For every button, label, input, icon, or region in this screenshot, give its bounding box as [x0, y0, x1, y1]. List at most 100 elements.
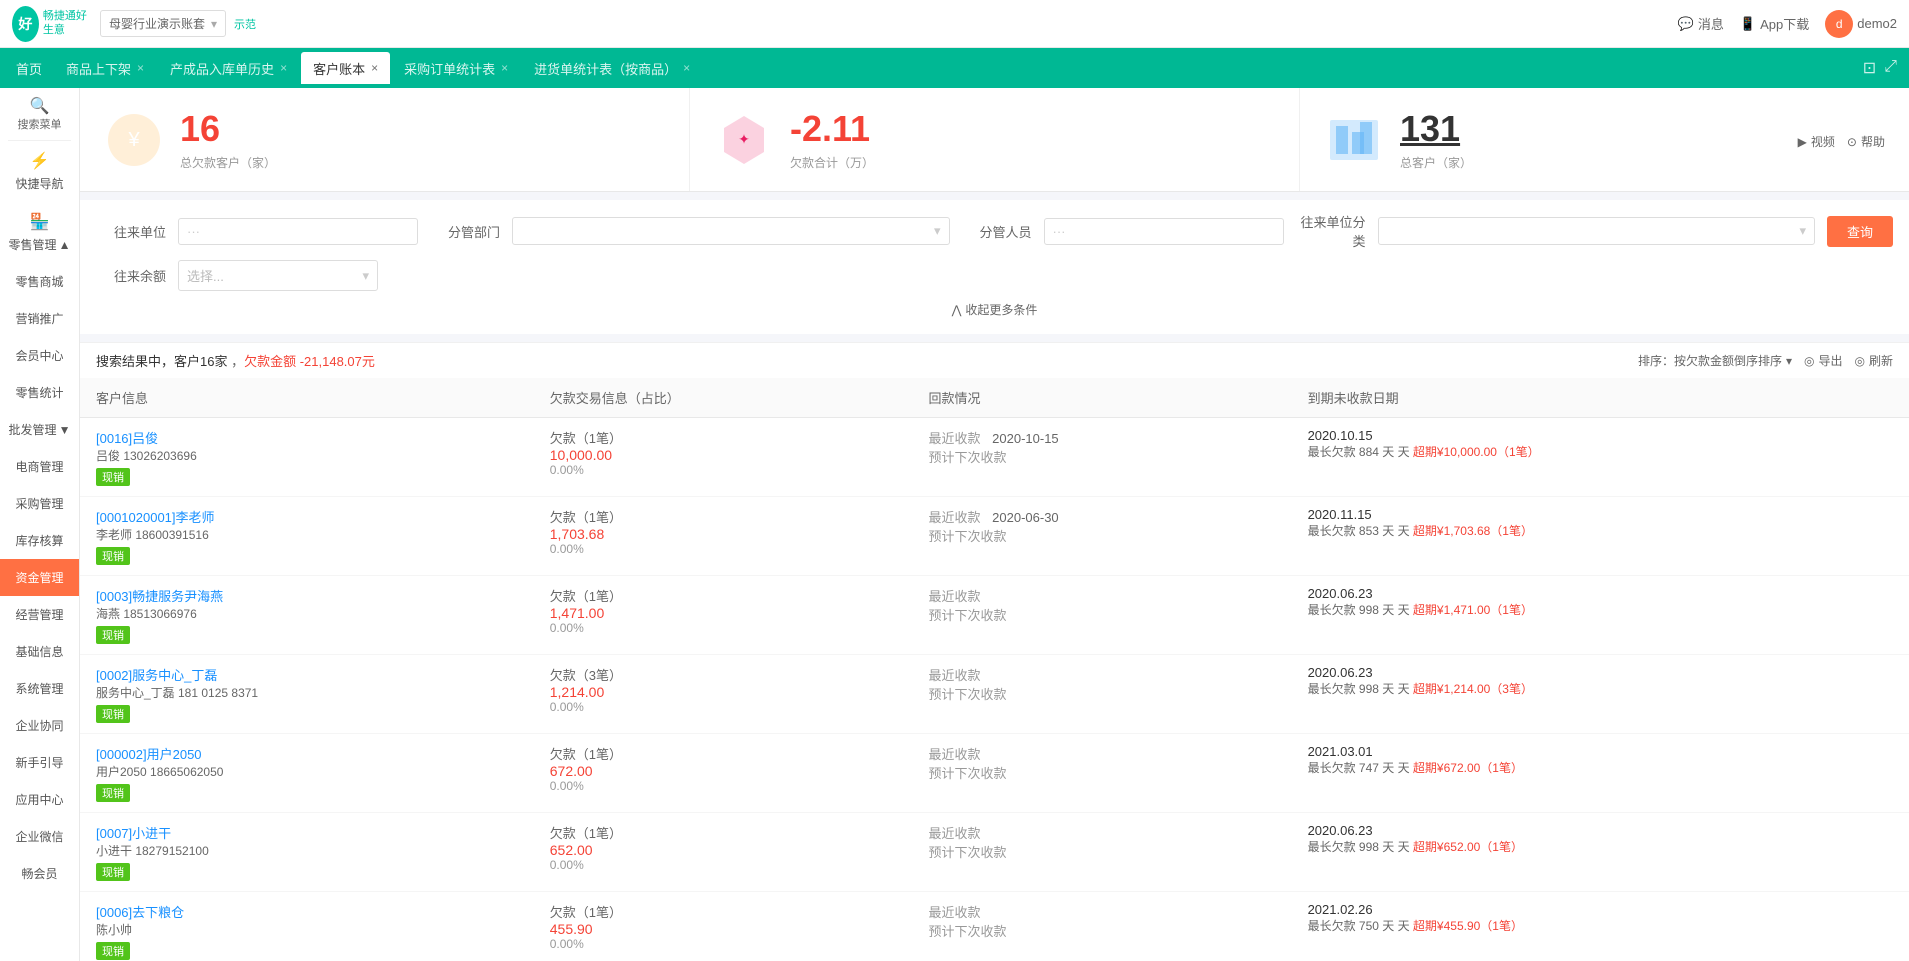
debt-amount-3[interactable]: 1,214.00: [550, 684, 897, 700]
sidebar-item-basic-info[interactable]: 基础信息: [0, 633, 79, 670]
overdue-amount-link-6[interactable]: 超期¥455.90（1笔）: [1413, 919, 1523, 933]
table-header-row: 客户信息 欠款交易信息（占比） 回款情况 到期未收款日期: [80, 378, 1909, 418]
sidebar-item-ecommerce[interactable]: 电商管理: [0, 448, 79, 485]
tab-maximize-btn[interactable]: ⤢: [1884, 58, 1897, 78]
table-row: [000002]用户2050 用户2050 18665062050 现销 欠款（…: [80, 734, 1909, 813]
overdue-amount-link-0[interactable]: 超期¥10,000.00（1笔）: [1413, 445, 1540, 459]
sidebar-item-wholesale[interactable]: 批发管理 ▼: [0, 411, 79, 448]
sidebar-item-member-vip[interactable]: 畅会员: [0, 855, 79, 892]
tab-close-customer[interactable]: ×: [371, 61, 378, 75]
sidebar-item-newbie[interactable]: 新手引导: [0, 744, 79, 781]
balance-arrow-icon: ▾: [362, 268, 369, 284]
overdue-amount-link-4[interactable]: 超期¥672.00（1笔）: [1413, 761, 1523, 775]
sort-btn[interactable]: 排序：按欠款金额倒序排序 ▾: [1638, 352, 1792, 369]
tab-goods-stats[interactable]: 进货单统计表（按商品） ×: [522, 52, 702, 84]
tab-close-goods[interactable]: ×: [683, 61, 690, 75]
overdue-amount-link-2[interactable]: 超期¥1,471.00（1笔）: [1413, 603, 1533, 617]
debt-pct-5: 0.00%: [550, 858, 897, 872]
export-icon: ◎: [1804, 354, 1814, 368]
tab-close-production[interactable]: ×: [280, 61, 287, 75]
customer-id-link-1[interactable]: [0001020001]李老师: [96, 510, 215, 525]
sidebar-item-business[interactable]: 经营管理: [0, 596, 79, 633]
sidebar-item-purchase[interactable]: 采购管理: [0, 485, 79, 522]
main-layout: 🔍 搜索菜单 ⚡ 快捷导航 🏪 零售管理 ▲ 零售商城 营销推广 会员中心 零售…: [0, 88, 1909, 961]
debt-amount-0[interactable]: 10,000.00: [550, 447, 897, 463]
customer-id-link-0[interactable]: [0016]吕俊: [96, 431, 158, 446]
demo-label: 示范: [234, 16, 256, 32]
table-body: [0016]吕俊 吕俊 13026203696 现销 欠款（1笔） 10,000…: [80, 418, 1909, 961]
from-unit-input[interactable]: ···: [178, 218, 418, 245]
sidebar-item-quick-nav[interactable]: ⚡ 快捷导航: [0, 141, 79, 202]
customer-id-link-6[interactable]: [0006]去下粮仓: [96, 905, 184, 920]
message-btn[interactable]: 💬 消息: [1678, 14, 1724, 33]
stat-amount-text: -2.11 欠款合计（万）: [790, 108, 874, 171]
svg-text:¥: ¥: [127, 129, 140, 151]
sidebar-item-retail-mgmt[interactable]: 🏪 零售管理 ▲: [0, 202, 79, 263]
debt-desc-1: 欠款（1笔）: [550, 507, 897, 526]
stat-icon-total: [1324, 110, 1384, 170]
customer-id-link-5[interactable]: [0007]小进干: [96, 826, 171, 841]
sidebar-item-member[interactable]: 会员中心: [0, 337, 79, 374]
cell-repayment-5: 最近收款 预计下次收款: [913, 813, 1292, 892]
sidebar-search-btn[interactable]: 🔍 搜索菜单: [0, 88, 79, 140]
customer-id-link-2[interactable]: [0003]畅捷服务尹海燕: [96, 589, 223, 604]
sidebar-item-retail-stats[interactable]: 零售统计: [0, 374, 79, 411]
sidebar-item-enterprise-collab[interactable]: 企业协同: [0, 707, 79, 744]
sidebar-item-app-center[interactable]: 应用中心: [0, 781, 79, 818]
debt-amount-2[interactable]: 1,471.00: [550, 605, 897, 621]
debt-amount-5[interactable]: 652.00: [550, 842, 897, 858]
collapse-btn[interactable]: ⋀ 收起更多条件: [96, 301, 1893, 318]
debt-amount-4[interactable]: 672.00: [550, 763, 897, 779]
export-btn[interactable]: ◎ 导出: [1804, 352, 1843, 369]
debt-pct-4: 0.00%: [550, 779, 897, 793]
sidebar-item-system[interactable]: 系统管理: [0, 670, 79, 707]
tab-home[interactable]: 首页: [4, 59, 54, 78]
search-button[interactable]: 查询: [1827, 216, 1893, 247]
phone-icon: 📱: [1740, 16, 1756, 32]
last-payment-0: 最近收款 2020-10-15: [929, 428, 1276, 447]
debt-amount-6[interactable]: 455.90: [550, 921, 897, 937]
tab-customer-account[interactable]: 客户账本 ×: [301, 52, 390, 84]
tab-close-purchase[interactable]: ×: [501, 61, 508, 75]
customer-id-link-4[interactable]: [000002]用户2050: [96, 747, 202, 762]
sidebar-item-retail-mall[interactable]: 零售商城: [0, 263, 79, 300]
tab-production[interactable]: 产成品入库单历史 ×: [158, 52, 299, 84]
sidebar-item-wechat[interactable]: 企业微信: [0, 818, 79, 855]
last-payment-5: 最近收款: [929, 823, 1276, 842]
tab-minimize-btn[interactable]: ⊡: [1863, 58, 1876, 78]
help-btn[interactable]: ⊙ 帮助: [1847, 133, 1885, 150]
person-input[interactable]: ···: [1044, 218, 1284, 245]
dept-select[interactable]: ▾: [512, 217, 950, 245]
tab-products[interactable]: 商品上下架 ×: [54, 52, 156, 84]
overdue-days-6: 最长欠款 750 天 天 超期¥455.90（1笔）: [1308, 917, 1893, 934]
balance-select[interactable]: 选择... ▾: [178, 260, 378, 291]
last-payment-3: 最近收款: [929, 665, 1276, 684]
logo-text: 畅捷通好生意: [43, 10, 92, 36]
sidebar-item-inventory[interactable]: 库存核算: [0, 522, 79, 559]
next-payment-6: 预计下次收款: [929, 921, 1276, 940]
cell-customer-3: [0002]服务中心_丁磊 服务中心_丁磊 181 0125 8371 现销: [80, 655, 534, 734]
tab-close-products[interactable]: ×: [137, 61, 144, 75]
overdue-amount-link-1[interactable]: 超期¥1,703.68（1笔）: [1413, 524, 1533, 538]
video-btn[interactable]: ▶ 视频: [1798, 133, 1835, 150]
debt-desc-0: 欠款（1笔）: [550, 428, 897, 447]
sidebar-item-marketing[interactable]: 营销推广: [0, 300, 79, 337]
overdue-days-0: 最长欠款 884 天 天 超期¥10,000.00（1笔）: [1308, 443, 1893, 460]
debt-amount-1[interactable]: 1,703.68: [550, 526, 897, 542]
app-download-btn[interactable]: 📱 App下载: [1740, 14, 1809, 33]
refresh-btn[interactable]: ◎ 刷新: [1855, 352, 1894, 369]
tab-purchase-stats[interactable]: 采购订单统计表 ×: [392, 52, 520, 84]
category-select[interactable]: ▾: [1378, 217, 1816, 245]
customer-id-link-3[interactable]: [0002]服务中心_丁磊: [96, 668, 217, 683]
overdue-amount-link-5[interactable]: 超期¥652.00（1笔）: [1413, 840, 1523, 854]
user-avatar[interactable]: d demo2: [1825, 10, 1897, 38]
tab-bar-controls: ⊡ ⤢: [1863, 58, 1905, 78]
customer-contact-5: 小进干 18279152100: [96, 842, 518, 859]
customer-tag-1: 现销: [96, 547, 130, 565]
last-payment-2: 最近收款: [929, 586, 1276, 605]
sidebar-item-finance[interactable]: 资金管理: [0, 559, 79, 596]
due-date-2: 2020.06.23: [1308, 586, 1893, 601]
cell-due-date-3: 2020.06.23 最长欠款 998 天 天 超期¥1,214.00（3笔）: [1292, 655, 1909, 734]
overdue-amount-link-3[interactable]: 超期¥1,214.00（3笔）: [1413, 682, 1533, 696]
industry-selector[interactable]: 母婴行业演示账套 ▾: [100, 10, 226, 37]
